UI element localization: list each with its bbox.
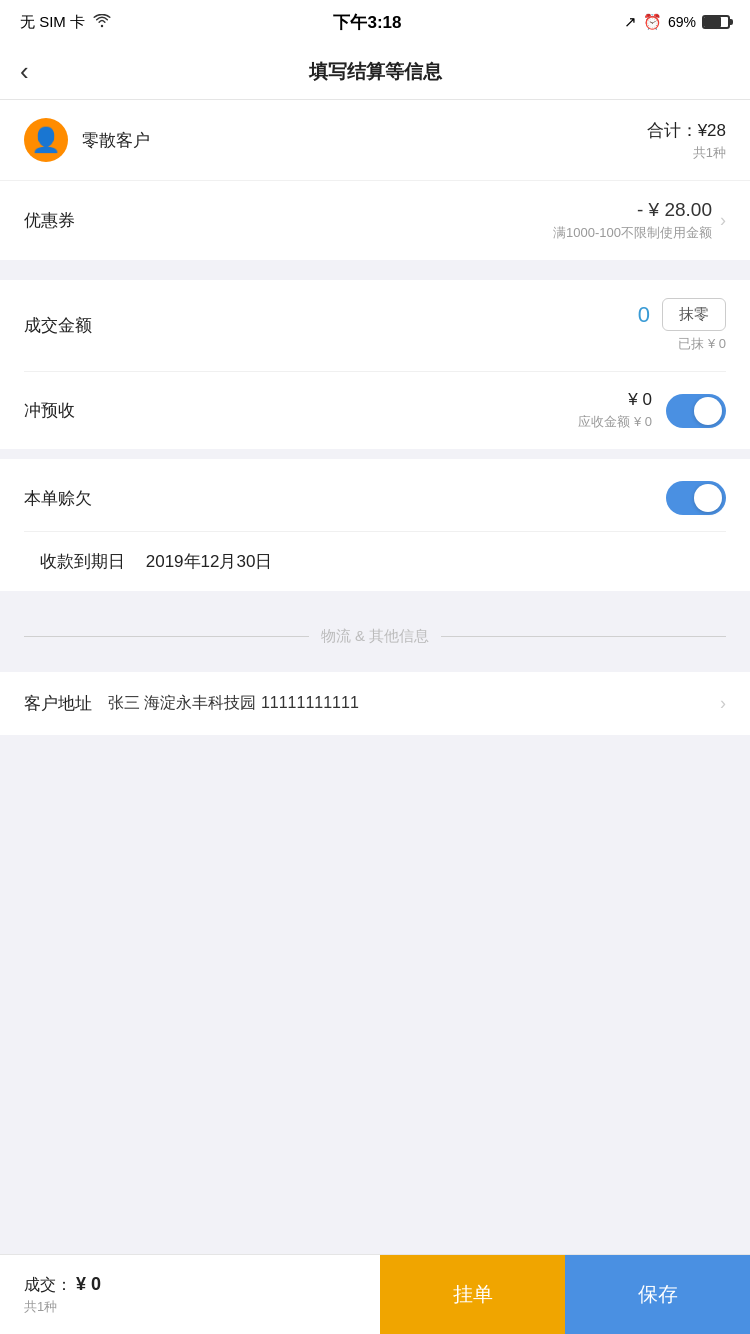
address-value: 张三 海淀永丰科技园 11111111111 <box>108 693 720 714</box>
customer-section: 👤 零散客户 合计：¥28 共1种 优惠券 - ¥ 28.00 满1000-10… <box>0 100 750 260</box>
customer-right: 合计：¥28 共1种 <box>647 119 726 162</box>
status-left: 无 SIM 卡 <box>20 13 111 32</box>
hold-button[interactable]: 挂单 <box>380 1255 565 1334</box>
carrier-label: 无 SIM 卡 <box>20 13 85 32</box>
address-row[interactable]: 客户地址 张三 海淀永丰科技园 11111111111 › <box>24 672 726 735</box>
total-count: 共1种 <box>647 144 726 162</box>
debt-label: 本单赊欠 <box>24 487 92 510</box>
advance-main-amount: ¥ 0 <box>578 390 652 410</box>
coupon-value: - ¥ 28.00 满1000-100不限制使用金额 <box>553 199 712 242</box>
wifi-icon <box>93 14 111 31</box>
debt-toggle[interactable] <box>666 481 726 515</box>
bottom-bar: 成交： ¥ 0 共1种 挂单 保存 <box>0 1254 750 1334</box>
avatar: 👤 <box>24 118 68 162</box>
bottom-deal-label: 成交： <box>24 1275 72 1296</box>
address-chevron-icon: › <box>720 693 726 714</box>
coupon-amount: - ¥ 28.00 <box>553 199 712 221</box>
battery-label: 69% <box>668 14 696 30</box>
location-icon: ↗ <box>624 13 637 31</box>
round-zero-button[interactable]: 抹零 <box>662 298 726 331</box>
battery-icon <box>702 15 730 29</box>
advance-amounts: ¥ 0 应收金额 ¥ 0 <box>578 390 652 431</box>
coupon-chevron-icon: › <box>720 210 726 231</box>
debt-toggle-knob <box>694 484 722 512</box>
coupon-label: 优惠券 <box>24 209 75 232</box>
advance-row: 冲预收 ¥ 0 应收金额 ¥ 0 <box>24 372 726 449</box>
divider-2 <box>0 449 750 459</box>
alarm-icon: ⏰ <box>643 13 662 31</box>
customer-left: 👤 零散客户 <box>24 118 150 162</box>
customer-name: 零散客户 <box>82 129 150 152</box>
nav-title: 填写结算等信息 <box>309 59 442 85</box>
avatar-icon: 👤 <box>31 126 61 154</box>
transaction-right: 抹零 已抹 ¥ 0 <box>610 298 726 353</box>
due-date-row: 收款到期日 2019年12月30日 <box>24 532 726 591</box>
status-bar: 无 SIM 卡 下午3:18 ↗ ⏰ 69% <box>0 0 750 44</box>
bottom-info: 成交： ¥ 0 共1种 <box>0 1255 380 1334</box>
transaction-row-right: 抹零 <box>610 298 726 331</box>
advance-toggle-knob <box>694 397 722 425</box>
bottom-deal-row: 成交： ¥ 0 <box>24 1274 356 1296</box>
bottom-spacer <box>0 735 750 825</box>
divider-line-left <box>24 636 309 637</box>
due-date-label: 收款到期日 <box>40 552 125 571</box>
debt-section: 本单赊欠 收款到期日 2019年12月30日 <box>0 459 750 591</box>
address-section: 客户地址 张三 海淀永丰科技园 11111111111 › <box>0 672 750 735</box>
coupon-right: - ¥ 28.00 满1000-100不限制使用金额 › <box>553 199 726 242</box>
bottom-deal-amount: ¥ 0 <box>76 1274 101 1295</box>
transaction-label: 成交金额 <box>24 314 92 337</box>
transaction-row: 成交金额 抹零 已抹 ¥ 0 <box>24 280 726 372</box>
customer-row: 👤 零散客户 合计：¥28 共1种 <box>0 100 750 180</box>
save-button[interactable]: 保存 <box>565 1255 750 1334</box>
logistics-section: 物流 & 其他信息 <box>0 611 750 662</box>
logistics-divider: 物流 & 其他信息 <box>24 627 726 646</box>
total-amount: 合计：¥28 <box>647 119 726 142</box>
status-time: 下午3:18 <box>333 11 401 34</box>
transaction-amount-input[interactable] <box>610 302 650 328</box>
coupon-desc: 满1000-100不限制使用金额 <box>553 224 712 242</box>
debt-row: 本单赊欠 <box>24 459 726 532</box>
advance-label: 冲预收 <box>24 399 75 422</box>
already-deducted: 已抹 ¥ 0 <box>678 335 726 353</box>
divider-3 <box>0 601 750 611</box>
address-label: 客户地址 <box>24 692 92 715</box>
advance-right: ¥ 0 应收金额 ¥ 0 <box>578 390 726 431</box>
transaction-section: 成交金额 抹零 已抹 ¥ 0 冲预收 ¥ 0 应收金额 ¥ 0 <box>0 280 750 449</box>
divider-line-right <box>441 636 726 637</box>
back-button[interactable]: ‹ <box>20 56 29 87</box>
due-date-value: 2019年12月30日 <box>146 552 273 571</box>
logistics-label: 物流 & 其他信息 <box>321 627 429 646</box>
coupon-row[interactable]: 优惠券 - ¥ 28.00 满1000-100不限制使用金额 › <box>0 180 750 260</box>
advance-toggle[interactable] <box>666 394 726 428</box>
status-right: ↗ ⏰ 69% <box>624 13 730 31</box>
bottom-count: 共1种 <box>24 1298 356 1316</box>
advance-sub-amount: 应收金额 ¥ 0 <box>578 413 652 431</box>
nav-bar: ‹ 填写结算等信息 <box>0 44 750 100</box>
divider-1 <box>0 270 750 280</box>
